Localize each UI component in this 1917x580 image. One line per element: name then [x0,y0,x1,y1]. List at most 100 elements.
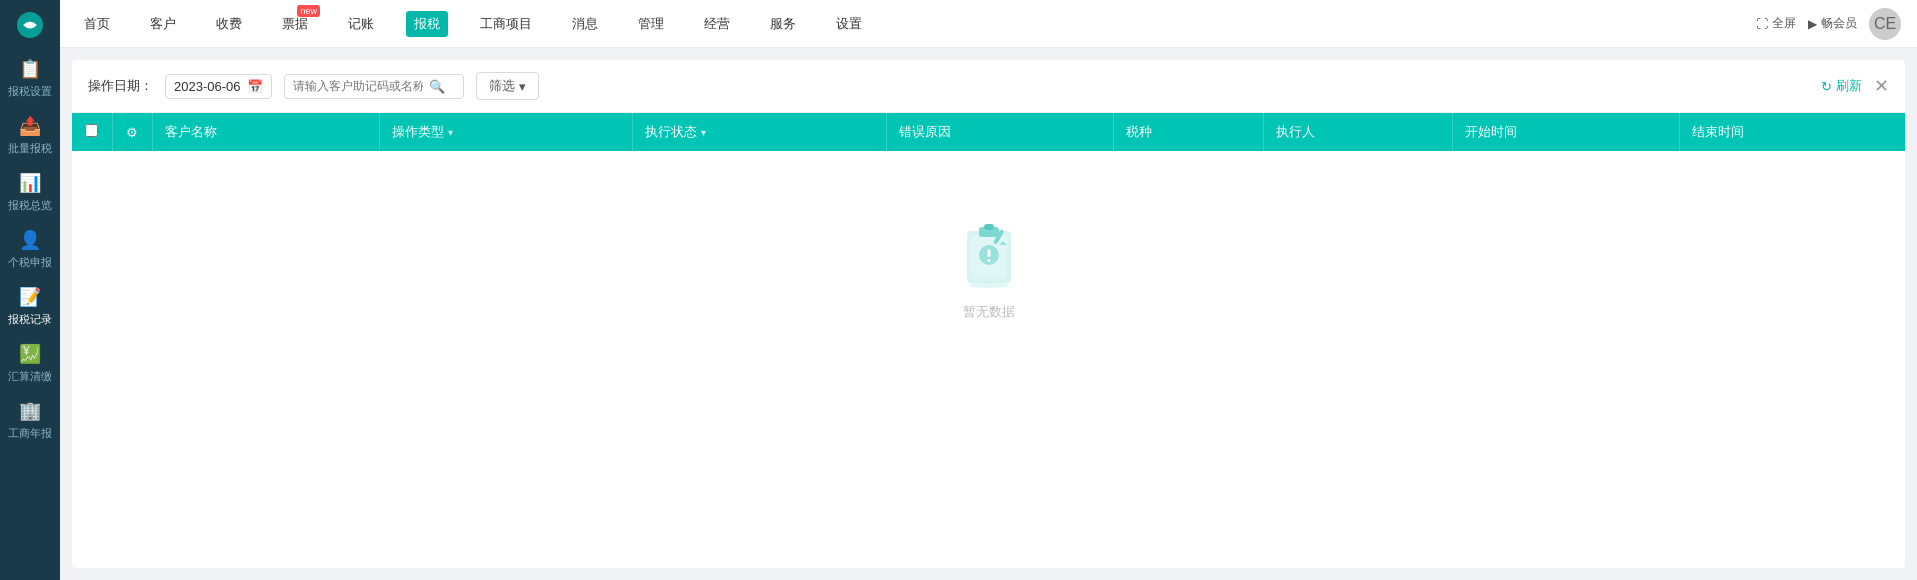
main-area: 首页 客户 收费 票据new 记账 报税 工商项目 消息 管理 经营 服务 设置 ⛶ 全屏 ▶ 畅会员… [60,0,1917,580]
nav-item-shoufe[interactable]: 收费 [208,11,250,37]
data-table: ⚙ 客户名称 操作类型▾ 执行状态▾ 错误原因 税种 执行人 开始时间 结束时间 [72,113,1905,151]
th-checkbox [72,113,112,151]
refresh-icon: ↻ [1821,79,1832,94]
svg-rect-6 [987,249,990,257]
select-all-checkbox[interactable] [85,124,98,137]
shouye-label: 首页 [84,16,110,31]
member-button[interactable]: ▶ 畅会员 [1808,15,1857,32]
nav-item-piao[interactable]: 票据new [274,11,316,37]
empty-icon [949,211,1029,291]
top-nav: 首页 客户 收费 票据new 记账 报税 工商项目 消息 管理 经营 服务 设置 ⛶ 全屏 ▶ 畅会员… [60,0,1917,48]
kehu-label: 客户 [150,16,176,31]
th-tax-type: 税种 [1113,113,1263,151]
fullscreen-button[interactable]: ⛶ 全屏 [1756,15,1796,32]
nav-item-jingying[interactable]: 经营 [696,11,738,37]
nav-item-kehu[interactable]: 客户 [142,11,184,37]
th-settings: ⚙ [112,113,152,151]
search-icon: 🔍 [429,79,445,94]
nav-item-fuwu[interactable]: 服务 [762,11,804,37]
baoshuijilu-label: 报税记录 [8,312,52,327]
piao-badge: new [297,5,320,17]
date-value: 2023-06-06 [174,79,241,94]
filter-icon-status[interactable]: ▾ [701,127,706,138]
gongshangnianibao-icon: 🏢 [19,400,41,422]
shoufe-label: 收费 [216,16,242,31]
sidebar-item-pilianbaoshui[interactable]: 📤 批量报税 [0,107,60,164]
nav-item-shezhi[interactable]: 设置 [828,11,870,37]
filter-icon-operation[interactable]: ▾ [448,127,453,138]
sidebar-item-gongshangnianibao[interactable]: 🏢 工商年报 [0,392,60,449]
nav-item-gongshangxiangmu[interactable]: 工商项目 [472,11,540,37]
calendar-icon: 📅 [247,79,263,94]
th-end-time: 结束时间 [1679,113,1905,151]
refresh-label: 刷新 [1836,77,1862,95]
search-box: 🔍 [284,74,464,99]
fullscreen-icon: ⛶ [1756,17,1768,31]
close-button[interactable]: ✕ [1874,77,1889,95]
gongshangxiangmu-label: 工商项目 [480,16,532,31]
svg-rect-4 [984,224,994,230]
table-header-row: ⚙ 客户名称 操作类型▾ 执行状态▾ 错误原因 税种 执行人 开始时间 结束时间 [72,113,1905,151]
date-input[interactable]: 2023-06-06 📅 [165,74,272,99]
sidebar-item-baoshuishezhi[interactable]: 📋 报税设置 [0,50,60,107]
empty-state: 暂无数据 [72,151,1905,381]
guanli-label: 管理 [638,16,664,31]
sidebar: 📋 报税设置 📤 批量报税 📊 报税总览 👤 个税申报 📝 报税记录 💹 汇算清… [0,0,60,580]
nav-item-guanli[interactable]: 管理 [630,11,672,37]
toolbar: 操作日期： 2023-06-06 📅 🔍 筛选 ▾ ↻ 刷新 [72,60,1905,113]
chevron-down-icon: ▾ [519,79,526,94]
th-customer-name: 客户名称 [152,113,379,151]
gongshangnianibao-label: 工商年报 [8,426,52,441]
settings-icon[interactable]: ⚙ [126,125,138,140]
huisuanqingsuuan-label: 汇算清缴 [8,369,52,384]
nav-item-baoshui[interactable]: 报税 [406,11,448,37]
sidebar-item-baoshuijilu[interactable]: 📝 报税记录 [0,278,60,335]
th-start-time: 开始时间 [1452,113,1679,151]
date-label: 操作日期： [88,77,153,95]
sidebar-item-huisuanqingsuuan[interactable]: 💹 汇算清缴 [0,335,60,392]
avatar[interactable]: CE [1869,8,1901,40]
baoshuizonglan-icon: 📊 [19,172,41,194]
huisuanqingsuuan-icon: 💹 [19,343,41,365]
member-label: 畅会员 [1821,15,1857,32]
th-error-reason: 错误原因 [886,113,1113,151]
piao-label: 票据 [282,16,308,31]
th-operation-type: 操作类型▾ [379,113,633,151]
filter-label: 筛选 [489,77,515,95]
shezhi-label: 设置 [836,16,862,31]
table-container: ⚙ 客户名称 操作类型▾ 执行状态▾ 错误原因 税种 执行人 开始时间 结束时间 [72,113,1905,568]
svg-point-10 [969,282,1009,288]
baoshuijilu-icon: 📝 [19,286,41,308]
empty-text: 暂无数据 [963,303,1015,321]
filter-button[interactable]: 筛选 ▾ [476,72,539,100]
geshuishenbao-label: 个税申报 [8,255,52,270]
logo[interactable] [0,0,60,50]
baoshui-label: 报税 [414,16,440,31]
page: 操作日期： 2023-06-06 📅 🔍 筛选 ▾ ↻ 刷新 [72,60,1905,568]
th-execution-status: 执行状态▾ [633,113,887,151]
nav-item-xiaoxi[interactable]: 消息 [564,11,606,37]
fullscreen-label: 全屏 [1772,15,1796,32]
nav-items: 首页 客户 收费 票据new 记账 报税 工商项目 消息 管理 经营 服务 设置 [76,11,1756,37]
nav-item-jizhang[interactable]: 记账 [340,11,382,37]
avatar-initials: CE [1874,15,1896,33]
baoshuizonglan-label: 报税总览 [8,198,52,213]
geshuishenbao-icon: 👤 [19,229,41,251]
sidebar-item-baoshuizonglan[interactable]: 📊 报税总览 [0,164,60,221]
jizhang-label: 记账 [348,16,374,31]
fuwu-label: 服务 [770,16,796,31]
nav-item-shouye[interactable]: 首页 [76,11,118,37]
xiaoxi-label: 消息 [572,16,598,31]
top-nav-right: ⛶ 全屏 ▶ 畅会员 CE [1756,8,1901,40]
search-input[interactable] [293,79,423,93]
refresh-button[interactable]: ↻ 刷新 [1821,77,1862,95]
jingying-label: 经营 [704,16,730,31]
svg-rect-7 [987,259,990,262]
pilianbaoshui-label: 批量报税 [8,141,52,156]
pilianbaoshui-icon: 📤 [19,115,41,137]
sidebar-item-geshuishenbao[interactable]: 👤 个税申报 [0,221,60,278]
th-executor: 执行人 [1264,113,1453,151]
content: 操作日期： 2023-06-06 📅 🔍 筛选 ▾ ↻ 刷新 [60,48,1917,580]
baoshuishezhi-label: 报税设置 [8,84,52,99]
baoshuishezhi-icon: 📋 [19,58,41,80]
